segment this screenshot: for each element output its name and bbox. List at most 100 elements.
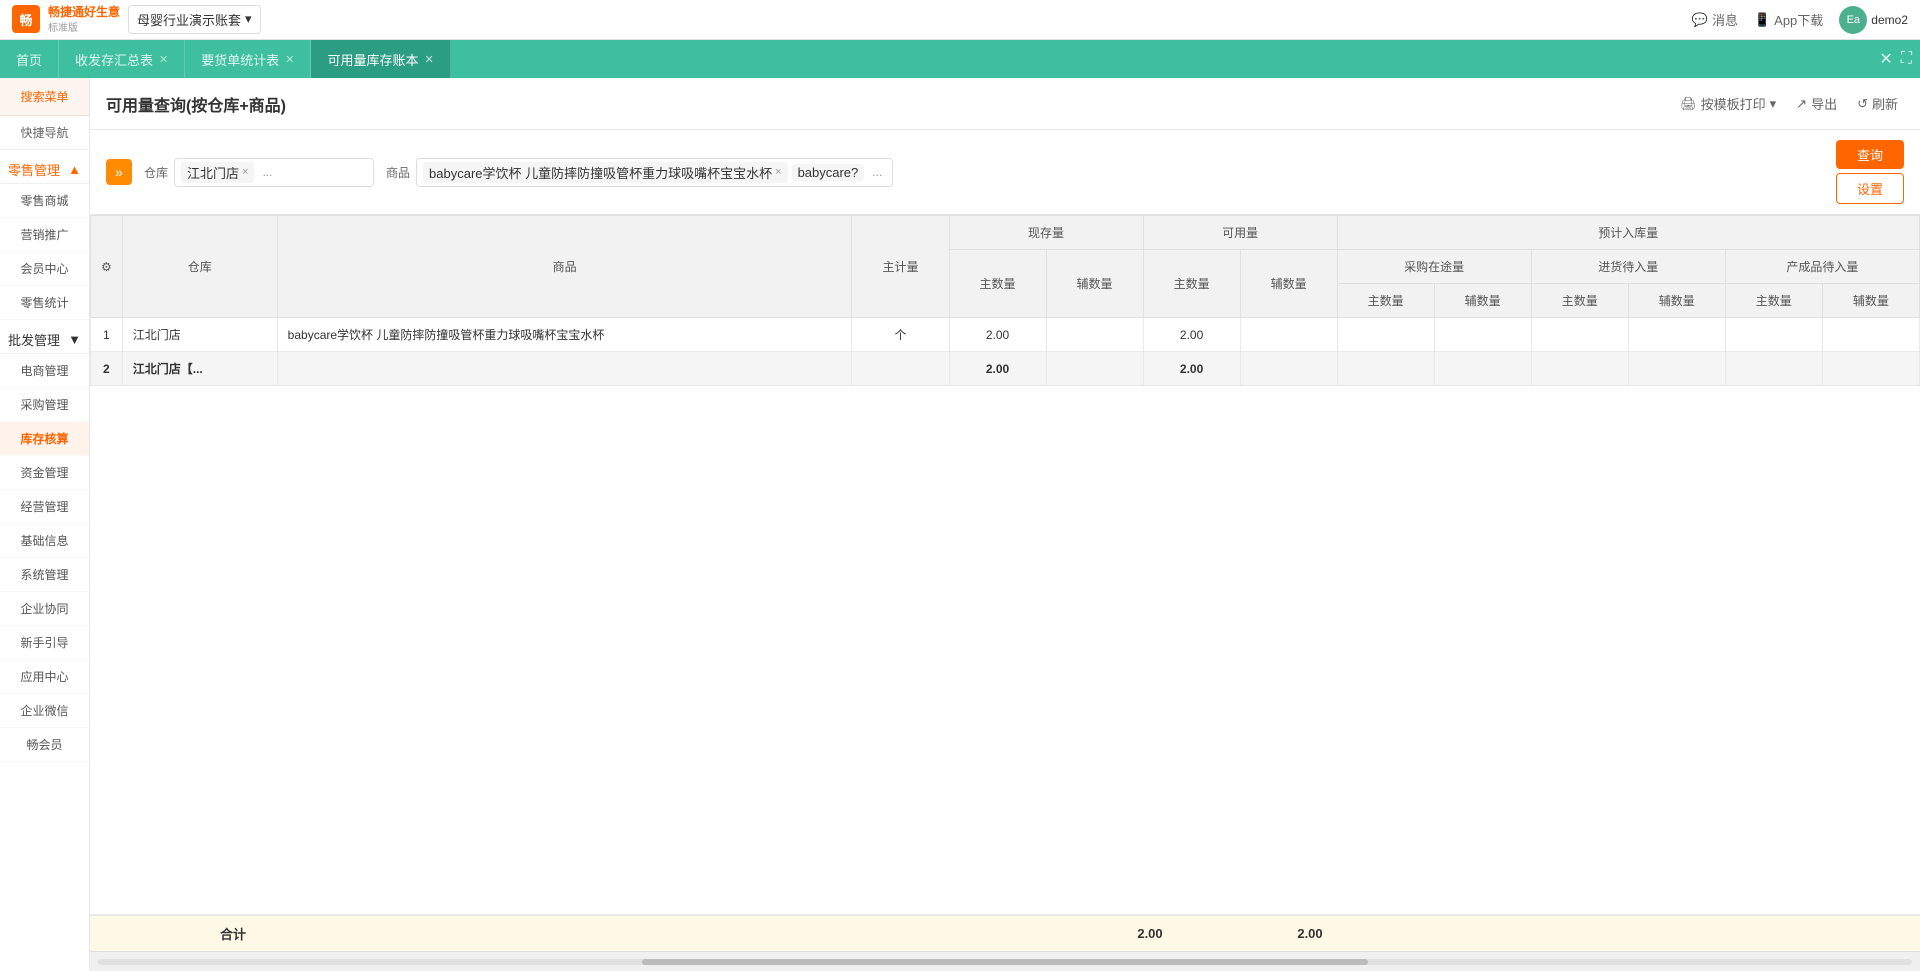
tab-home-label: 首页 [16,50,42,69]
message-label: 消息 [1712,10,1738,29]
scroll-track [98,959,1912,965]
subtotal-purchase-aux [1434,352,1531,386]
th-available-group: 可用量 [1143,216,1337,250]
user-info[interactable]: Ea demo2 [1839,6,1908,34]
product-tag-1: babycare学饮杯 儿童防摔防撞吸管杯重力球吸嘴杯宝宝水杯 × [423,162,788,183]
filter-toggle-button[interactable]: » [106,159,132,185]
product-input[interactable]: babycare学饮杯 儿童防摔防撞吸管杯重力球吸嘴杯宝宝水杯 × babyca… [416,158,893,187]
row-purchase-main [1337,318,1434,352]
row-index: 1 [91,318,123,352]
message-button[interactable]: 💬 消息 [1692,10,1738,29]
th-product-main: 主数量 [1725,284,1822,318]
tab-order-stats-label: 要货单统计表 [201,50,279,69]
sidebar-item-purchase[interactable]: 采购管理 [0,388,89,422]
sidebar-item-system[interactable]: 系统管理 [0,558,89,592]
sidebar-item-members[interactable]: 会员中心 [0,252,89,286]
warehouse-tag-text: 江北门店 [187,163,239,182]
subtotal-available-main: 2.00 [1143,352,1240,386]
scroll-thumb[interactable] [642,959,1368,965]
warehouse-tag-remove[interactable]: × [242,166,248,178]
th-settings[interactable]: ⚙ [91,216,123,318]
sidebar-item-member-plus[interactable]: 畅会员 [0,728,89,762]
filter-warehouse-group: 仓库 江北门店 × ... [144,158,374,187]
filter-actions: 查询 设置 [1836,140,1904,204]
print-button[interactable]: 🖨 按模板打印 ▾ [1674,90,1782,117]
th-purchase-onway-group: 采购在途量 [1337,250,1531,284]
tab-fullscreen-icon[interactable]: ⛶ [1901,50,1912,68]
refresh-icon: ↺ [1857,96,1868,112]
sidebar-item-basic-info[interactable]: 基础信息 [0,524,89,558]
sidebar-item-retail-stats[interactable]: 零售统计 [0,286,89,320]
sidebar-wholesale-arrow: ▼ [68,332,81,347]
footer-product-main [1750,926,1830,941]
table-row: 1 江北门店 babycare学饮杯 儿童防摔防撞吸管杯重力球吸嘴杯宝宝水杯 个… [91,318,1920,352]
tab-home[interactable]: 首页 [0,40,59,78]
subtotal-warehouse: 江北门店【... [122,352,277,386]
subtotal-incoming-aux [1628,352,1725,386]
sidebar-quick-nav[interactable]: 快捷导航 [0,116,89,150]
query-button[interactable]: 查询 [1836,140,1904,169]
sidebar-item-retail-mall[interactable]: 零售商城 [0,184,89,218]
product-tag-1-remove[interactable]: × [775,166,781,178]
sidebar-item-newbie[interactable]: 新手引导 [0,626,89,660]
warehouse-tag: 江北门店 × [181,162,254,183]
sidebar-section-retail[interactable]: 零售管理 ▲ [0,150,89,184]
sidebar-search[interactable]: 搜索菜单 [0,78,89,116]
sidebar-item-collaboration[interactable]: 企业协同 [0,592,89,626]
tab-order-stats[interactable]: 要货单统计表 ✕ [185,40,311,78]
avatar: Ea [1839,6,1867,34]
refresh-button[interactable]: ↺ 刷新 [1851,90,1904,117]
row-product: babycare学饮杯 儿童防摔防撞吸管杯重力球吸嘴杯宝宝水杯 [277,318,852,352]
th-purchase-aux: 辅数量 [1434,284,1531,318]
settings-button[interactable]: 设置 [1836,173,1904,204]
warehouse-ellipsis[interactable]: ... [258,165,276,179]
chevron-down-icon: ▾ [245,11,252,27]
data-table: ⚙ 仓库 商品 主计量 现存量 可用量 预计入库量 主数量 辅数量 主数量 辅数… [90,215,1920,386]
page-header: 可用量查询(按仓库+商品) 🖨 按模板打印 ▾ ↗ 导出 ↺ 刷新 [90,78,1920,130]
sidebar-item-inventory[interactable]: 库存核算 [0,422,89,456]
tab-available-stock-close[interactable]: ✕ [425,53,434,66]
tab-receive-summary[interactable]: 收发存汇总表 ✕ [59,40,185,78]
sidebar-section-wholesale[interactable]: 批发管理 ▼ [0,320,89,354]
footer-purchase-aux [1510,926,1590,941]
sidebar-item-ecommerce[interactable]: 电商管理 [0,354,89,388]
sidebar-item-marketing[interactable]: 营销推广 [0,218,89,252]
subtotal-purchase-main [1337,352,1434,386]
warehouse-label: 仓库 [144,164,168,181]
filter-product-group: 商品 babycare学饮杯 儿童防摔防撞吸管杯重力球吸嘴杯宝宝水杯 × bab… [386,158,893,187]
subtotal-product [277,352,852,386]
tenant-selector[interactable]: 母婴行业演示账套 ▾ [128,5,261,34]
product-tag-2-text: babycare? [798,165,859,180]
sidebar-retail-arrow: ▲ [68,162,81,177]
tab-close-all-icon[interactable]: ✕ [1879,49,1892,69]
page-title: 可用量查询(按仓库+商品) [106,92,286,116]
sidebar-item-wechat-work[interactable]: 企业微信 [0,694,89,728]
tab-receive-summary-close[interactable]: ✕ [159,53,168,66]
row-incoming-main [1531,318,1628,352]
footer-available-main: 2.00 [1270,926,1350,941]
export-button[interactable]: ↗ 导出 [1790,90,1843,117]
table-row-subtotal: 2 江北门店【... 2.00 2.00 [91,352,1920,386]
warehouse-input[interactable]: 江北门店 × ... [174,158,374,187]
tab-receive-summary-label: 收发存汇总表 [75,50,153,69]
product-ellipsis[interactable]: ... [868,165,886,179]
sidebar-item-app-center[interactable]: 应用中心 [0,660,89,694]
print-icon: 🖨 [1680,96,1697,112]
th-incoming-pending-group: 进货待入量 [1531,250,1725,284]
app-download-button[interactable]: 📱 App下载 [1754,10,1823,29]
row-product-aux [1822,318,1919,352]
bottom-scrollbar[interactable] [90,951,1920,971]
tab-order-stats-close[interactable]: ✕ [285,53,294,66]
row-incoming-aux [1628,318,1725,352]
tab-available-stock-label: 可用量库存账本 [327,50,418,69]
tab-available-stock[interactable]: 可用量库存账本 ✕ [311,40,450,78]
th-current-stock-group: 现存量 [949,216,1143,250]
nav-tabs: 首页 收发存汇总表 ✕ 要货单统计表 ✕ 可用量库存账本 ✕ ✕ ⛶ [0,40,1920,78]
top-bar-left: 畅 畅捷通好生意 标准版 母婴行业演示账套 ▾ [12,5,261,34]
product-label: 商品 [386,164,410,181]
sidebar-item-operations[interactable]: 经营管理 [0,490,89,524]
footer-incoming-main [1590,926,1670,941]
sidebar-search-label[interactable]: 搜索菜单 [8,88,81,105]
th-product-aux: 辅数量 [1822,284,1919,318]
sidebar-item-finance[interactable]: 资金管理 [0,456,89,490]
